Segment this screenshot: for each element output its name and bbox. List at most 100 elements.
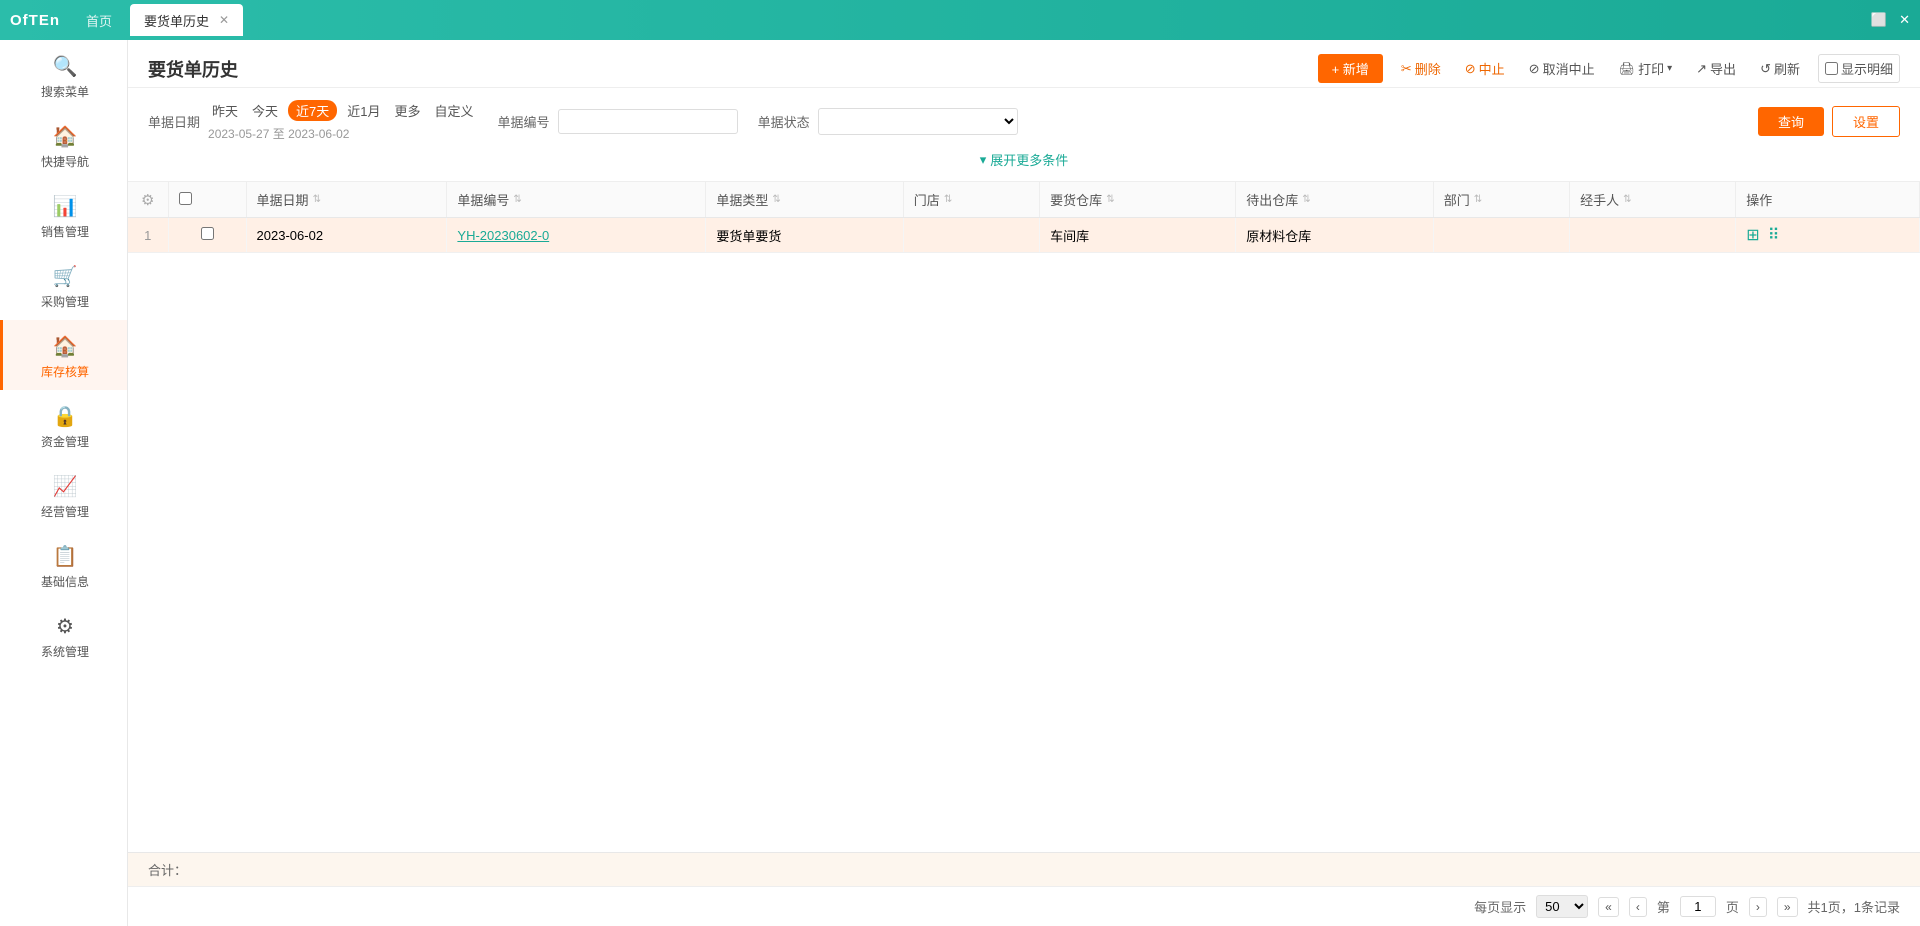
prev-page-button[interactable]: ‹: [1629, 897, 1647, 917]
window-close-icon[interactable]: ✕: [1899, 12, 1910, 28]
row-pending-warehouse: 原材料仓库: [1236, 218, 1433, 253]
tab-close-icon[interactable]: ✕: [219, 13, 229, 27]
order-no-link[interactable]: YH-20230602-0: [457, 228, 549, 243]
th-pending-warehouse[interactable]: 待出仓库 ⇅: [1236, 182, 1433, 218]
date-range-text: 2023-05-27 至 2023-06-02: [208, 125, 478, 142]
settings-button[interactable]: 设置: [1832, 106, 1900, 137]
next-page-button[interactable]: ›: [1749, 897, 1767, 917]
main-layout: 🔍 搜索菜单 🏠 快捷导航 📊 销售管理 🛒 采购管理 🏠 库存核算 🔒 资金管…: [0, 40, 1920, 926]
first-page-button[interactable]: «: [1598, 897, 1619, 917]
th-action: 操作: [1736, 182, 1920, 218]
shortcut-yesterday[interactable]: 昨天: [208, 100, 242, 121]
table-row: 1 2023-06-02 YH-20230602-0 要货单要货 车间库 原材料…: [128, 218, 1920, 253]
sidebar-item-basic-info[interactable]: 📋 基础信息: [0, 530, 127, 600]
export-icon: ↗: [1696, 61, 1707, 77]
stop-button[interactable]: ⊘ 中止: [1459, 55, 1511, 82]
table-body: 1 2023-06-02 YH-20230602-0 要货单要货 车间库 原材料…: [128, 218, 1920, 253]
page-input[interactable]: [1680, 896, 1716, 917]
sidebar-item-purchase[interactable]: 🛒 采购管理: [0, 250, 127, 320]
toolbar: + 新增 ✂ 删除 ⊘ 中止 ⊘ 取消中止 🖨 打印 ▾: [1318, 54, 1900, 83]
sidebar-label-quick-nav: 快捷导航: [41, 153, 89, 170]
order-no-label: 单据编号: [498, 112, 550, 131]
search-icon: 🔍: [53, 54, 78, 79]
sidebar-item-inventory[interactable]: 🏠 库存核算: [0, 320, 127, 390]
total-info: 共1页，1条记录: [1808, 897, 1900, 916]
sidebar-item-sales[interactable]: 📊 销售管理: [0, 180, 127, 250]
sort-icon-pending-warehouse: ⇅: [1302, 194, 1310, 205]
table-footer: 合计：: [128, 852, 1920, 886]
shortcut-custom[interactable]: 自定义: [431, 100, 478, 121]
row-handler: [1570, 218, 1736, 253]
sidebar-label-operations: 经营管理: [41, 503, 89, 520]
date-filter-label: 单据日期: [148, 112, 200, 131]
sidebar-item-finance[interactable]: 🔒 资金管理: [0, 390, 127, 460]
select-all-checkbox[interactable]: [179, 192, 192, 205]
shortcut-1month[interactable]: 近1月: [343, 100, 384, 121]
new-button[interactable]: + 新增: [1318, 54, 1383, 83]
sort-icon-no: ⇅: [513, 194, 521, 205]
th-no[interactable]: 单据编号 ⇅: [447, 182, 706, 218]
export-button[interactable]: ↗ 导出: [1690, 55, 1742, 82]
shortcut-7days[interactable]: 近7天: [288, 100, 337, 121]
sidebar-item-operations[interactable]: 📈 经营管理: [0, 460, 127, 530]
row-checkbox-cell: [168, 218, 246, 253]
row-date: 2023-06-02: [246, 218, 447, 253]
row-edit-icon[interactable]: ⊞: [1746, 225, 1759, 245]
last-page-button[interactable]: »: [1777, 897, 1798, 917]
row-action: ⊞ ⠿: [1736, 218, 1920, 253]
operations-icon: 📈: [53, 474, 78, 499]
sort-icon-handler: ⇅: [1623, 194, 1631, 205]
refresh-button[interactable]: ↺ 刷新: [1754, 55, 1806, 82]
print-dropdown-icon: ▾: [1667, 63, 1672, 74]
status-select[interactable]: [818, 108, 1018, 135]
th-req-warehouse[interactable]: 要货仓库 ⇅: [1040, 182, 1236, 218]
cancel-stop-button[interactable]: ⊘ 取消中止: [1523, 55, 1601, 82]
th-checkbox: [168, 182, 246, 218]
window-maximize-icon[interactable]: ⬜: [1871, 12, 1887, 28]
per-page-label: 每页显示: [1474, 897, 1526, 916]
order-no-input[interactable]: [558, 109, 738, 134]
display-detail-checkbox[interactable]: [1825, 62, 1838, 75]
sidebar-label-search-menu: 搜索菜单: [41, 83, 89, 100]
shortcut-today[interactable]: 今天: [248, 100, 282, 121]
cancel-stop-icon: ⊘: [1529, 61, 1540, 77]
sidebar-item-search-menu[interactable]: 🔍 搜索菜单: [0, 40, 127, 110]
brand-logo: OfTEn: [10, 12, 60, 29]
date-shortcuts: 昨天 今天 近7天 近1月 更多 自定义: [208, 100, 478, 121]
sidebar-item-system[interactable]: ⚙ 系统管理: [0, 600, 127, 670]
query-button[interactable]: 查询: [1758, 107, 1824, 136]
date-filter-group: 单据日期 昨天 今天 近7天 近1月 更多 自定义 2023-05-27 至 2…: [148, 100, 478, 142]
cart-icon: 🛒: [53, 264, 78, 289]
page-title: 要货单历史: [148, 56, 238, 82]
lock-icon: 🔒: [53, 404, 78, 429]
delete-icon: ✂: [1401, 61, 1412, 77]
shortcut-more[interactable]: 更多: [391, 100, 425, 121]
th-type[interactable]: 单据类型 ⇅: [706, 182, 903, 218]
pagination-bar: 每页显示 50 10 20 100 « ‹ 第 页 › » 共1页，1条记录: [128, 886, 1920, 926]
data-table: ⚙ 单据日期 ⇅ 单据编号: [128, 182, 1920, 253]
th-settings[interactable]: ⚙: [128, 182, 168, 218]
print-button[interactable]: 🖨 打印 ▾: [1613, 55, 1679, 82]
th-date[interactable]: 单据日期 ⇅: [246, 182, 447, 218]
tab-history[interactable]: 要货单历史 ✕: [130, 4, 243, 36]
tab-home[interactable]: 首页: [72, 4, 126, 36]
display-detail-button[interactable]: 显示明细: [1818, 54, 1900, 83]
sidebar-item-quick-nav[interactable]: 🏠 快捷导航: [0, 110, 127, 180]
row-more-icon[interactable]: ⠿: [1768, 225, 1780, 245]
sidebar-label-basic-info: 基础信息: [41, 573, 89, 590]
filter-area: 单据日期 昨天 今天 近7天 近1月 更多 自定义 2023-05-27 至 2…: [128, 88, 1920, 182]
th-dept[interactable]: 部门 ⇅: [1433, 182, 1569, 218]
page-header: 要货单历史 + 新增 ✂ 删除 ⊘ 中止 ⊘ 取消中止 🖨 打印: [128, 40, 1920, 88]
expand-conditions-button[interactable]: ▾ 展开更多条件: [980, 150, 1069, 169]
tab-list: 首页 要货单历史 ✕: [72, 4, 1871, 36]
top-bar: OfTEn 首页 要货单历史 ✕ ⬜ ✕: [0, 0, 1920, 40]
gear-icon: ⚙: [56, 614, 74, 639]
row-checkbox[interactable]: [201, 227, 214, 240]
total-label: 合计：: [148, 860, 187, 879]
th-store[interactable]: 门店 ⇅: [903, 182, 1039, 218]
th-handler[interactable]: 经手人 ⇅: [1570, 182, 1736, 218]
per-page-select[interactable]: 50 10 20 100: [1536, 895, 1588, 918]
table-settings-icon[interactable]: ⚙: [141, 192, 154, 209]
delete-button[interactable]: ✂ 删除: [1395, 55, 1447, 82]
table-container: ⚙ 单据日期 ⇅ 单据编号: [128, 182, 1920, 852]
